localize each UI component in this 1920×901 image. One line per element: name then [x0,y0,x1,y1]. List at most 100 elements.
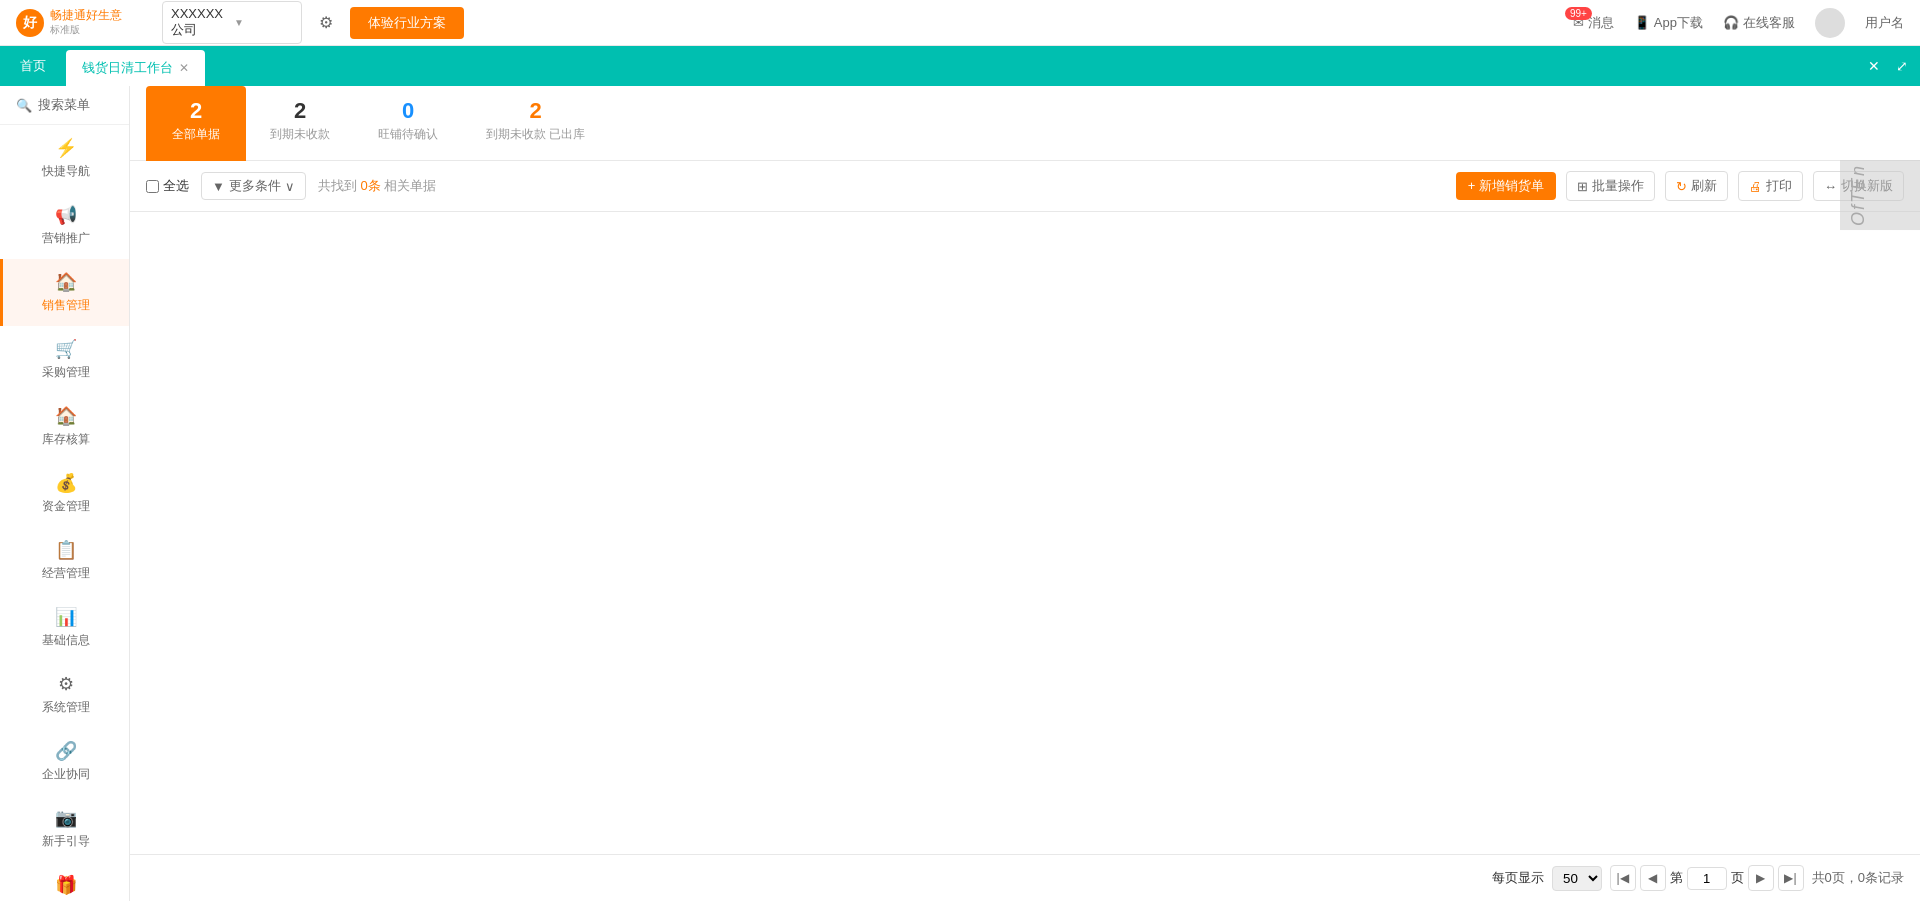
stat-number-wangpu: 0 [402,100,414,122]
sidebar-item-marketing[interactable]: 📢 营销推广 [0,192,129,259]
top-header: 好 畅捷通好生意 标准版 XXXXXX公司 ▼ ⚙ 体验行业方案 ✉ 99+ 消… [0,0,1920,46]
stat-tab-overdue[interactable]: 2 到期未收款 [246,86,354,160]
filter-button[interactable]: ▼ 更多条件 ∨ [201,172,306,200]
stat-label-overdue: 到期未收款 [270,126,330,143]
add-sales-order-button[interactable]: + 新增销货单 [1456,172,1556,200]
toolbar-right: + 新增销货单 ⊞ 批量操作 ↻ 刷新 🖨 打印 ↔ 切换新版 [1456,171,1904,201]
last-page-button[interactable]: ▶| [1778,865,1804,891]
sidebar-item-inventory[interactable]: 🏠 库存核算 [0,393,129,460]
select-all-input[interactable] [146,180,159,193]
headset-icon: 🎧 [1723,15,1739,30]
sidebar-item-quick-nav[interactable]: ⚡ 快捷导航 [0,125,129,192]
sales-icon: 🏠 [55,271,77,293]
sidebar-item-finance[interactable]: 💰 资金管理 [0,460,129,527]
logo-text-area: 畅捷通好生意 标准版 [50,8,122,38]
settings-button[interactable]: ⚙ [310,7,342,39]
refresh-icon: ↻ [1676,179,1687,194]
stat-label-all: 全部单据 [172,126,220,143]
tab-active[interactable]: 钱货日清工作台 ✕ [66,50,205,86]
avatar[interactable] [1815,8,1845,38]
batch-label: 批量操作 [1592,177,1644,195]
sidebar-item-purchase[interactable]: 🛒 采购管理 [0,326,129,393]
header-right: ✉ 99+ 消息 📱 App下载 🎧 在线客服 用户名 [1573,8,1904,38]
stat-number-overdue: 2 [294,100,306,122]
tab-bar: 首页 钱货日清工作台 ✕ ✕ ⤢ [0,46,1920,86]
company-name: XXXXXX公司 [171,6,230,39]
sidebar-label-finance: 资金管理 [42,498,90,515]
sidebar-item-app-center[interactable]: 🎁 应用中心 [0,862,129,901]
print-button[interactable]: 🖨 打印 [1738,171,1803,201]
sidebar-label-quick-nav: 快捷导航 [42,163,90,180]
sidebar-item-guide[interactable]: 📷 新手引导 [0,795,129,862]
basic-info-icon: 📊 [55,606,77,628]
stat-label-wangpu: 旺铺待确认 [378,126,438,143]
stat-tab-shipped[interactable]: 2 到期未收款 已出库 [462,86,609,160]
sidebar: 🔍 搜索菜单 ⚡ 快捷导航 📢 营销推广 🏠 销售管理 🛒 采购管理 🏠 库存核… [0,86,130,901]
app-center-icon: 🎁 [55,874,77,896]
company-selector[interactable]: XXXXXX公司 ▼ [162,1,302,44]
tab-maximize-button[interactable]: ⤢ [1892,54,1912,78]
sidebar-label-enterprise: 企业协同 [42,766,90,783]
quick-nav-icon: ⚡ [55,137,77,159]
sidebar-label-guide: 新手引导 [42,833,90,850]
found-prefix: 共找到 [318,178,361,193]
sidebar-item-basic-info[interactable]: 📊 基础信息 [0,594,129,661]
inventory-icon: 🏠 [55,405,77,427]
tab-bar-right: ✕ ⤢ [1864,46,1920,86]
batch-icon: ⊞ [1577,179,1588,194]
home-tab-label: 首页 [20,57,46,75]
stat-tab-all[interactable]: 2 全部单据 [146,86,246,161]
finance-icon: 💰 [55,472,77,494]
online-service-button[interactable]: 🎧 在线客服 [1723,14,1795,32]
message-button[interactable]: ✉ 99+ 消息 [1573,14,1614,32]
message-icon-wrap: ✉ 99+ [1573,15,1584,30]
stat-tab-wangpu[interactable]: 0 旺铺待确认 [354,86,462,160]
search-menu-item[interactable]: 🔍 搜索菜单 [0,86,129,125]
sidebar-item-system[interactable]: ⚙ 系统管理 [0,661,129,728]
batch-operation-button[interactable]: ⊞ 批量操作 [1566,171,1655,201]
purchase-icon: 🛒 [55,338,77,360]
active-tab-label: 钱货日清工作台 [82,59,173,77]
sidebar-label-marketing: 营销推广 [42,230,90,247]
pagination-bar: 每页显示 50 100 200 |◀ ◀ 第 页 ▶ ▶| 共0页，0条记录 [130,854,1920,901]
stat-number-all: 2 [190,100,202,122]
sidebar-item-enterprise[interactable]: 🔗 企业协同 [0,728,129,795]
prev-page-button[interactable]: ◀ [1640,865,1666,891]
select-all-checkbox[interactable]: 全选 [146,177,189,195]
next-page-button[interactable]: ▶ [1748,865,1774,891]
page-label: 第 [1670,869,1683,887]
found-count: 0条 [361,178,381,193]
sidebar-item-business[interactable]: 📋 经营管理 [0,527,129,594]
print-icon: 🖨 [1749,179,1762,194]
page-number-input[interactable] [1687,867,1727,890]
industry-plan-button[interactable]: 体验行业方案 [350,7,464,39]
per-page-select[interactable]: 50 100 200 [1552,866,1602,891]
message-label: 消息 [1588,14,1614,32]
app-download-button[interactable]: 📱 App下载 [1634,14,1703,32]
found-text: 共找到 0条 相关单据 [318,177,436,195]
first-page-button[interactable]: |◀ [1610,865,1636,891]
filter-chevron-icon: ∨ [285,179,295,194]
tab-home[interactable]: 首页 [0,46,66,86]
print-label: 打印 [1766,177,1792,195]
tab-close-icon[interactable]: ✕ [179,61,189,75]
username[interactable]: 用户名 [1865,14,1904,32]
switch-new-version-button[interactable]: ↔ 切换新版 [1813,171,1904,201]
marketing-icon: 📢 [55,204,77,226]
filter-label: 更多条件 [229,177,281,195]
sidebar-item-sales[interactable]: 🏠 销售管理 [0,259,129,326]
refresh-button[interactable]: ↻ 刷新 [1665,171,1728,201]
main-layout: 🔍 搜索菜单 ⚡ 快捷导航 📢 营销推广 🏠 销售管理 🛒 采购管理 🏠 库存核… [0,86,1920,901]
logo-icon: 好 [16,9,44,37]
service-label: 在线客服 [1743,14,1795,32]
stat-number-shipped: 2 [530,100,542,122]
tab-minimize-button[interactable]: ✕ [1864,54,1884,78]
sidebar-label-inventory: 库存核算 [42,431,90,448]
chevron-down-icon: ▼ [234,17,293,28]
refresh-label: 刷新 [1691,177,1717,195]
app-download-label: App下载 [1654,14,1703,32]
sidebar-label-system: 系统管理 [42,699,90,716]
stats-tabs: 2 全部单据 2 到期未收款 0 旺铺待确认 2 到期未收款 已出库 [130,86,1920,161]
switch-label: 切换新版 [1841,177,1893,195]
app-badge: 标准版 [50,23,122,37]
